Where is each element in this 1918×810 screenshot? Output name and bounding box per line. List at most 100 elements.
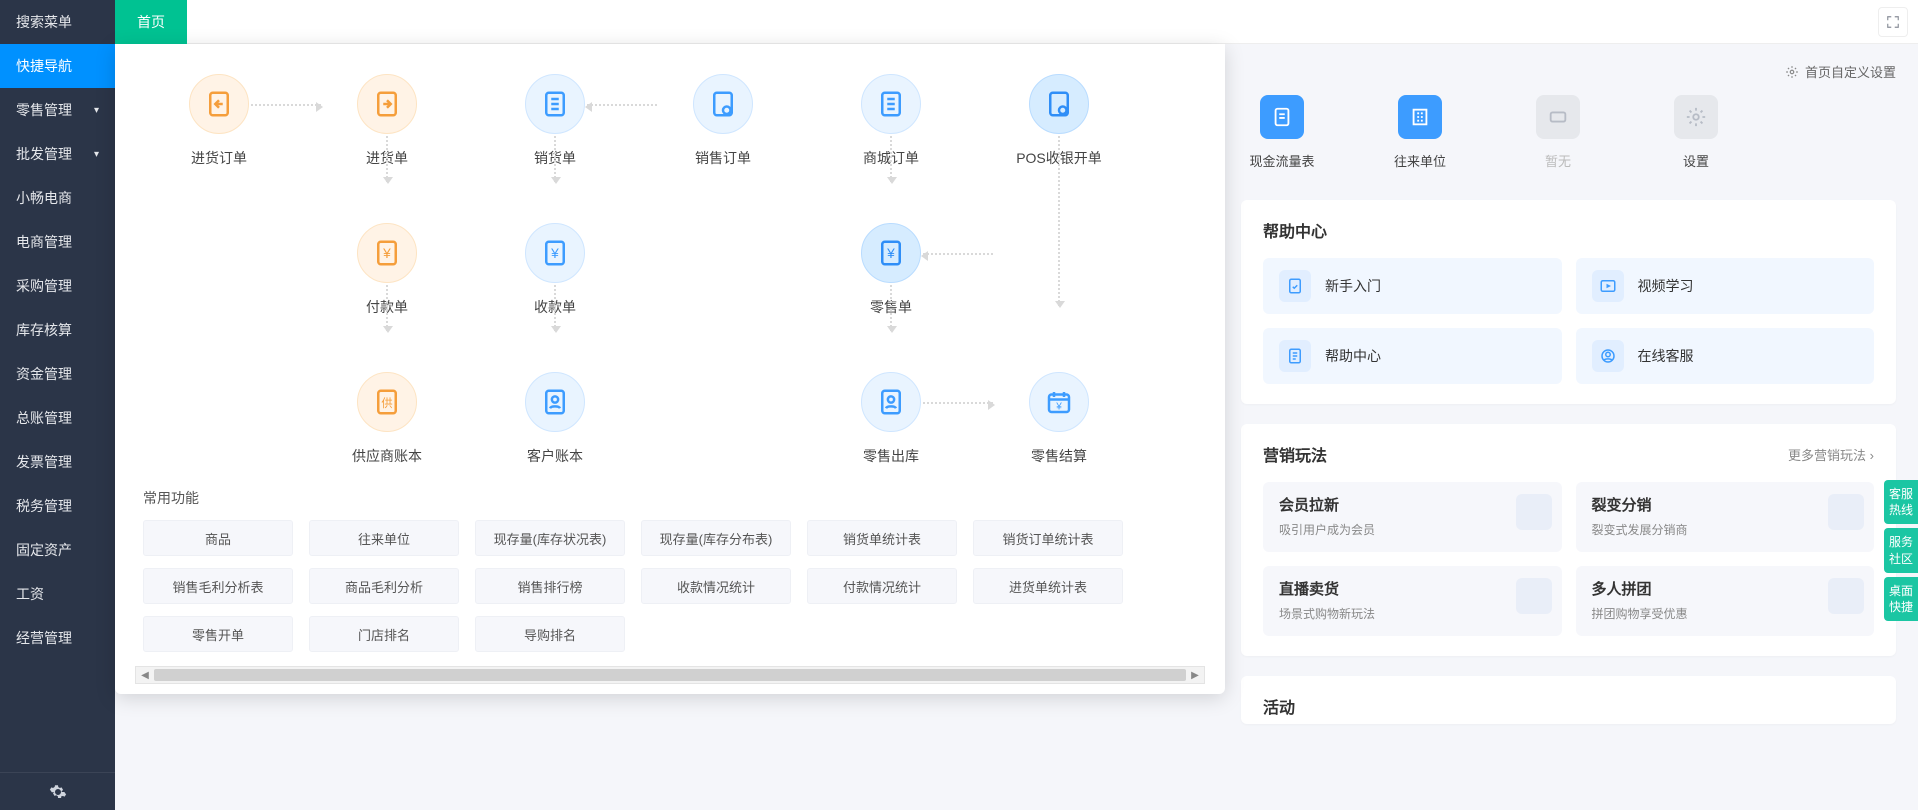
flow-node-supplier-ledger[interactable]: 供 供应商账本 xyxy=(303,372,471,466)
flow-node-retail-out[interactable]: 零售出库 xyxy=(807,372,975,466)
outbound-icon xyxy=(861,372,921,432)
flow-node-pos[interactable]: POS收银开单 xyxy=(975,74,1143,168)
sidebar-item[interactable]: 固定资产 xyxy=(0,528,115,572)
quick-icon-label: 现金流量表 xyxy=(1249,151,1314,170)
common-function-button[interactable]: 现存量(库存分布表) xyxy=(641,520,791,556)
edge-tab[interactable]: 桌面快捷 xyxy=(1884,577,1918,621)
flow-arrow xyxy=(890,136,892,182)
flow-node-purchase-order[interactable]: 进货订单 xyxy=(135,74,303,168)
common-function-button[interactable]: 现存量(库存状况表) xyxy=(475,520,625,556)
sidebar-item[interactable]: 电商管理 xyxy=(0,220,115,264)
horizontal-scrollbar[interactable]: ◀ ▶ xyxy=(135,666,1205,684)
common-function-button[interactable]: 收款情况统计 xyxy=(641,568,791,604)
common-function-button[interactable]: 销售毛利分析表 xyxy=(143,568,293,604)
home-customize-link[interactable]: 首页自定义设置 xyxy=(1241,62,1896,81)
supplier-icon: 供 xyxy=(357,372,417,432)
activity-title: 活动 xyxy=(1263,694,1295,718)
common-function-button[interactable]: 进货单统计表 xyxy=(973,568,1123,604)
dashboard-quick-icon[interactable]: 暂无 xyxy=(1519,95,1597,170)
gear-icon xyxy=(49,783,67,801)
sidebar-item[interactable]: 批发管理▾ xyxy=(0,132,115,176)
sidebar-item[interactable]: 小畅电商 xyxy=(0,176,115,220)
sidebar-item[interactable]: 工资 xyxy=(0,572,115,616)
help-item[interactable]: 在线客服 xyxy=(1576,328,1875,384)
scroll-left-icon: ◀ xyxy=(136,670,154,681)
marketing-item-title: 会员拉新 xyxy=(1279,494,1546,515)
dashboard-quick-icon[interactable]: 往来单位 xyxy=(1381,95,1459,170)
svg-text:¥: ¥ xyxy=(1055,402,1062,413)
flow-node-customer-ledger[interactable]: 客户账本 xyxy=(471,372,639,466)
sidebar-item-label: 库存核算 xyxy=(16,320,72,340)
scrollbar-thumb[interactable] xyxy=(154,669,1186,681)
marketing-item[interactable]: 裂变分销裂变式发展分销商 xyxy=(1576,482,1875,552)
flow-node-purchase[interactable]: 进货单 xyxy=(303,74,471,168)
help-item[interactable]: 帮助中心 xyxy=(1263,328,1562,384)
help-item[interactable]: 新手入门 xyxy=(1263,258,1562,314)
edge-tab[interactable]: 服务社区 xyxy=(1884,528,1918,572)
flow-arrow xyxy=(890,285,892,331)
marketing-title: 营销玩法 xyxy=(1263,442,1327,466)
common-function-button[interactable]: 付款情况统计 xyxy=(807,568,957,604)
flow-node-sales[interactable]: 销货单 xyxy=(471,74,639,168)
quick-icon-label: 暂无 xyxy=(1545,151,1571,170)
common-function-button[interactable]: 销售排行榜 xyxy=(475,568,625,604)
common-function-button[interactable]: 导购排名 xyxy=(475,616,625,652)
svg-text:¥: ¥ xyxy=(382,246,391,261)
common-function-button[interactable]: 销货订单统计表 xyxy=(973,520,1123,556)
fullscreen-button[interactable] xyxy=(1878,7,1908,37)
flow-node-payment[interactable]: ¥ 付款单 xyxy=(303,223,471,317)
activity-card: 活动 xyxy=(1241,676,1896,724)
customer-icon xyxy=(525,372,585,432)
sidebar-item[interactable]: 税务管理 xyxy=(0,484,115,528)
flow-node-sales-order[interactable]: 销售订单 xyxy=(639,74,807,168)
flow-node-receipt[interactable]: ¥ 收款单 xyxy=(471,223,639,317)
sidebar-item-label: 固定资产 xyxy=(16,540,72,560)
flow-empty xyxy=(135,223,303,317)
sidebar-item-label: 采购管理 xyxy=(16,276,72,296)
marketing-item[interactable]: 多人拼团拼团购物享受优惠 xyxy=(1576,566,1875,636)
edge-tab[interactable]: 客服热线 xyxy=(1884,480,1918,524)
marketing-item-sub: 场景式购物新玩法 xyxy=(1279,605,1546,622)
sidebar-item[interactable]: 经营管理 xyxy=(0,616,115,660)
marketing-more-link[interactable]: 更多营销玩法 › xyxy=(1788,445,1874,464)
common-function-button[interactable]: 商品 xyxy=(143,520,293,556)
dashboard-quick-icon[interactable]: 现金流量表 xyxy=(1243,95,1321,170)
dashboard-quick-icon[interactable]: 设置 xyxy=(1657,95,1735,170)
flow-arrow xyxy=(386,285,388,331)
tab-home[interactable]: 首页 xyxy=(115,0,187,44)
common-function-button[interactable]: 销货单统计表 xyxy=(807,520,957,556)
common-function-button[interactable]: 门店排名 xyxy=(309,616,459,652)
sidebar-item-label: 小畅电商 xyxy=(16,188,72,208)
right-column: 首页自定义设置 现金流量表往来单位暂无设置 帮助中心 新手入门视频学习帮助中心在… xyxy=(1241,62,1896,744)
topbar: 首页 xyxy=(115,0,1918,44)
marketing-item-deco xyxy=(1516,494,1552,530)
doc-lock-icon xyxy=(1029,74,1089,134)
common-functions-grid: 商品往来单位现存量(库存状况表) 现存量(库存分布表) 销货单统计表销货订单统计表销… xyxy=(135,520,1205,652)
sidebar-settings[interactable] xyxy=(0,772,115,810)
flow-node-retail-settle[interactable]: ¥ 零售结算 xyxy=(975,372,1143,466)
marketing-item[interactable]: 会员拉新吸引用户成为会员 xyxy=(1263,482,1562,552)
sidebar-item[interactable]: 总账管理 xyxy=(0,396,115,440)
sidebar-search[interactable]: 搜索菜单 xyxy=(0,0,115,44)
sidebar-item[interactable]: 发票管理 xyxy=(0,440,115,484)
marketing-item-deco xyxy=(1516,578,1552,614)
flow-node-mall-order[interactable]: 商城订单 xyxy=(807,74,975,168)
sidebar-item[interactable]: 库存核算 xyxy=(0,308,115,352)
marketing-item[interactable]: 直播卖货场景式购物新玩法 xyxy=(1263,566,1562,636)
common-function-button[interactable]: 商品毛利分析 xyxy=(309,568,459,604)
flow-row-2: ¥ 付款单 ¥ 收款单 ¥ 零售单 xyxy=(135,223,1205,317)
marketing-item-title: 直播卖货 xyxy=(1279,578,1546,599)
placeholder-icon xyxy=(1536,95,1580,139)
sidebar-item[interactable]: 快捷导航 xyxy=(0,44,115,88)
sidebar-item[interactable]: 采购管理 xyxy=(0,264,115,308)
sidebar-item[interactable]: 资金管理 xyxy=(0,352,115,396)
flow-label: 零售结算 xyxy=(1031,446,1087,466)
common-function-button[interactable]: 零售开单 xyxy=(143,616,293,652)
sidebar: 搜索菜单 快捷导航零售管理▾批发管理▾ 小畅电商电商管理采购管理库存核算资金管理总… xyxy=(0,0,115,810)
common-function-button[interactable]: 往来单位 xyxy=(309,520,459,556)
help-item[interactable]: 视频学习 xyxy=(1576,258,1875,314)
marketing-item-title: 裂变分销 xyxy=(1592,494,1859,515)
flow-node-retail[interactable]: ¥ 零售单 xyxy=(807,223,975,317)
tab-home-label: 首页 xyxy=(137,12,165,32)
sidebar-item[interactable]: 零售管理▾ xyxy=(0,88,115,132)
